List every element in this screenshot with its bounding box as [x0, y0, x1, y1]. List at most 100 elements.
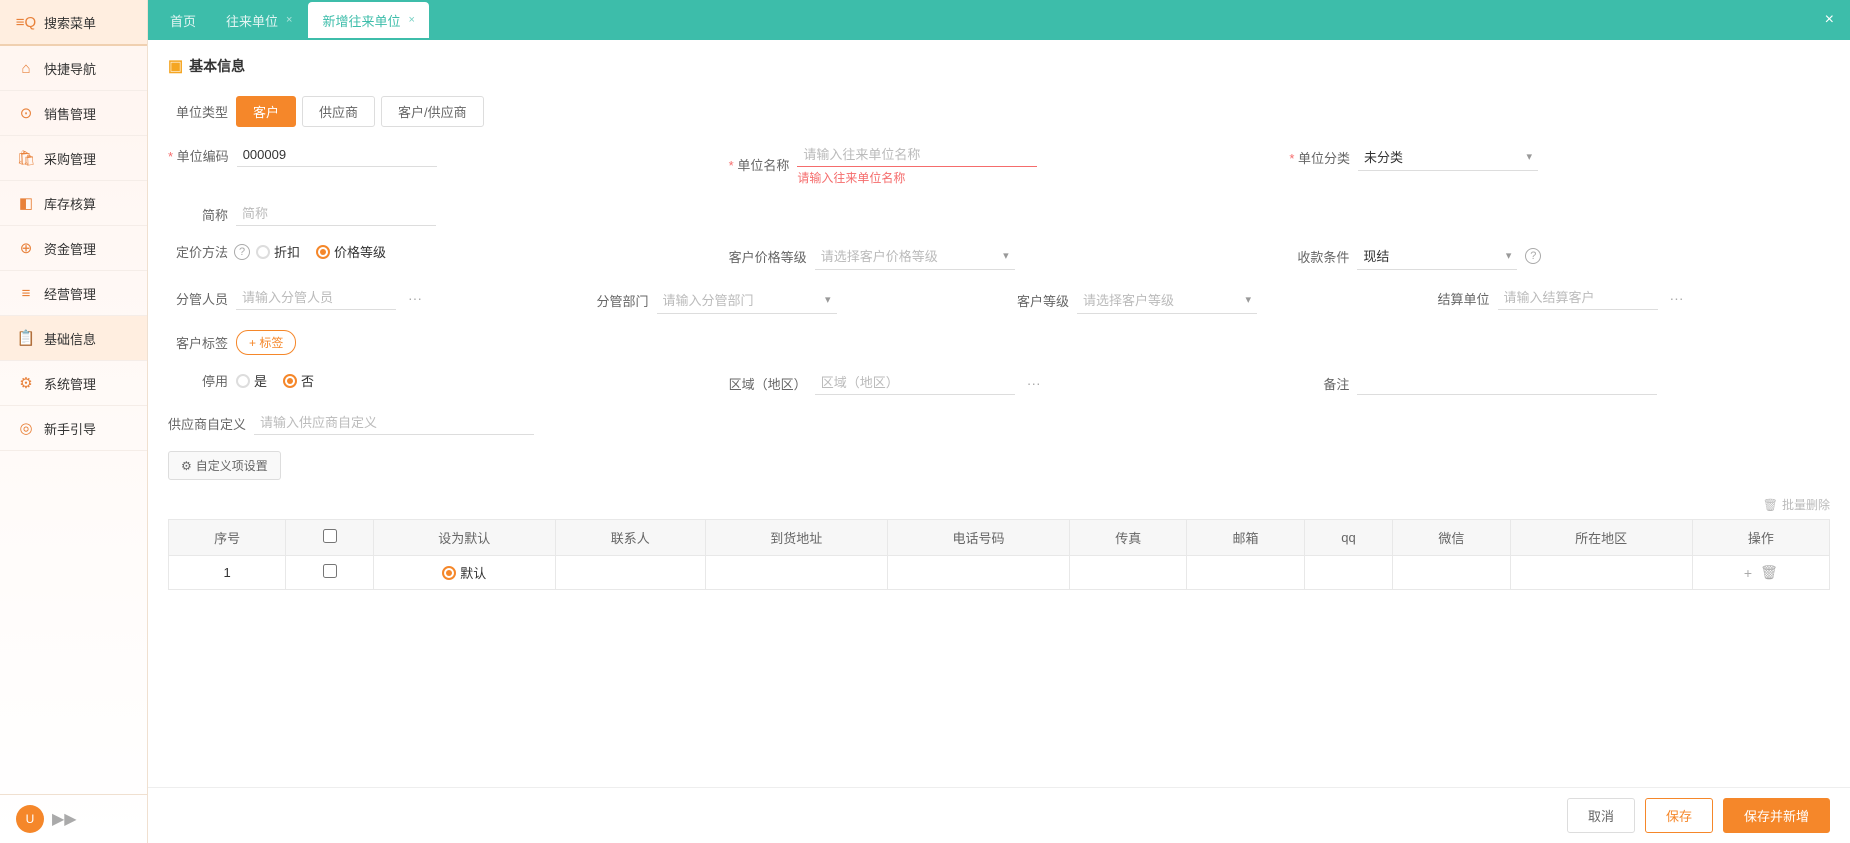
radio-no-circle — [283, 374, 297, 388]
unit-category-value: 未分类 — [1364, 147, 1403, 166]
sidebar-item-search[interactable]: ≡Q 搜索菜单 — [0, 0, 147, 46]
sidebar-item-finance-label: 资金管理 — [44, 239, 96, 258]
btn-both[interactable]: 客户/供应商 — [381, 96, 484, 127]
sidebar-item-quicknav[interactable]: ⌂ 快捷导航 — [0, 46, 147, 91]
customer-price-level-select[interactable]: 请选择客户价格等级 ▾ — [815, 242, 1015, 270]
settlement-more-btn[interactable]: ··· — [1666, 290, 1688, 306]
radio-yes[interactable]: 是 — [236, 371, 267, 390]
dropdown-arrow: ▾ — [1527, 150, 1533, 163]
default-radio-circle — [442, 566, 456, 580]
tab-new-contact-close[interactable]: × — [408, 14, 414, 26]
col-qq: qq — [1304, 520, 1393, 556]
department-select[interactable]: 请输入分管部门 ▾ — [657, 286, 837, 314]
sidebar-item-purchase-label: 采购管理 — [44, 149, 96, 168]
disabled-radio-group: 是 否 — [236, 371, 314, 390]
expand-icon[interactable]: ▶▶ — [52, 809, 77, 829]
payment-terms-label: 收款条件 — [1289, 247, 1349, 266]
customer-level-label: 客户等级 — [1009, 291, 1069, 310]
tab-new-contact[interactable]: 新增往来单位 × — [308, 2, 428, 38]
sidebar-item-operations[interactable]: ≡ 经营管理 — [0, 271, 147, 316]
batch-delete-area: 🗑 批量删除 — [168, 496, 1830, 513]
sidebar-item-search-label: 搜索菜单 — [44, 13, 96, 32]
payment-help-icon[interactable]: ? — [1525, 248, 1541, 264]
cell-address — [705, 556, 887, 590]
cell-default: 默认 — [373, 556, 555, 590]
abbreviation-input[interactable] — [236, 202, 436, 226]
btn-customer[interactable]: 客户 — [236, 96, 296, 127]
tab-contacts[interactable]: 往来单位 × — [212, 2, 306, 38]
radio-no[interactable]: 否 — [283, 371, 314, 390]
remark-input[interactable] — [1357, 371, 1657, 395]
dropdown-arrow4: ▾ — [825, 293, 831, 306]
dropdown-arrow2: ▾ — [1003, 249, 1009, 262]
cell-contact — [555, 556, 705, 590]
disabled-row: 停用 是 否 区域（地区） ··· 备注 — [168, 371, 1830, 395]
sidebar-item-inventory-label: 库存核算 — [44, 194, 96, 213]
select-all-checkbox[interactable] — [323, 529, 337, 543]
cancel-button[interactable]: 取消 — [1567, 798, 1635, 833]
sidebar-item-finance[interactable]: ⊕ 资金管理 — [0, 226, 147, 271]
disabled-group: 停用 是 否 — [168, 371, 709, 390]
tag-row: 客户标签 + 标签 — [168, 330, 1830, 355]
tab-home[interactable]: 首页 — [156, 2, 210, 38]
main-area: 首页 往来单位 × 新增往来单位 × × ▣ 基本信息 单位类型 客户 供应商 … — [148, 0, 1850, 843]
tab-bar: 首页 往来单位 × 新增往来单位 × × — [148, 0, 1850, 40]
default-radio[interactable]: 默认 — [384, 563, 545, 582]
radio-discount[interactable]: 折扣 — [256, 242, 300, 261]
customer-level-placeholder: 请选择客户等级 — [1083, 290, 1174, 309]
search-icon: ≡Q — [16, 12, 36, 32]
sidebar-item-system-label: 系统管理 — [44, 374, 96, 393]
inventory-icon: ◧ — [16, 193, 36, 213]
default-radio-label: 默认 — [460, 563, 486, 582]
add-tag-button[interactable]: + 标签 — [236, 330, 296, 355]
radio-yes-label: 是 — [254, 371, 267, 390]
save-button[interactable]: 保存 — [1645, 798, 1713, 833]
sidebar-item-basic[interactable]: 📋 基础信息 — [0, 316, 147, 361]
region-more-btn[interactable]: ··· — [1023, 375, 1045, 391]
sidebar-item-guide[interactable]: ◎ 新手引导 — [0, 406, 147, 451]
batch-delete-label[interactable]: 批量删除 — [1782, 496, 1830, 513]
unit-name-input[interactable] — [797, 143, 1037, 167]
sidebar-item-purchase[interactable]: 🛍 采购管理 — [0, 136, 147, 181]
guide-icon: ◎ — [16, 418, 36, 438]
radio-discount-circle — [256, 245, 270, 259]
col-seq: 序号 — [169, 520, 286, 556]
abbreviation-row: 简称 — [168, 202, 1830, 226]
batch-delete-icon: 🗑 — [1763, 498, 1778, 512]
contact-table: 序号 设为默认 联系人 到货地址 电话号码 传真 邮箱 qq 微信 所在地区 操… — [168, 519, 1830, 590]
unit-code-input[interactable] — [237, 143, 437, 167]
unit-info-row: 单位编码 单位名称 请输入往来单位名称 单位分类 未分类 ▾ — [168, 143, 1830, 186]
save-new-button[interactable]: 保存并新增 — [1723, 798, 1830, 833]
settlement-unit-input[interactable] — [1498, 286, 1658, 310]
supplier-custom-input[interactable] — [254, 411, 534, 435]
sidebar-item-inventory[interactable]: ◧ 库存核算 — [0, 181, 147, 226]
radio-price-level[interactable]: 价格等级 — [316, 242, 386, 261]
pricing-method-group: 定价方法 ? 折扣 价格等级 — [168, 242, 709, 261]
tab-contacts-close[interactable]: × — [286, 14, 292, 26]
unit-category-select[interactable]: 未分类 ▾ — [1358, 143, 1538, 171]
manager-more-btn[interactable]: ··· — [404, 290, 426, 306]
cell-qq — [1304, 556, 1393, 590]
region-input[interactable] — [815, 371, 1015, 395]
window-close-button[interactable]: × — [1817, 11, 1842, 29]
add-tag-label: + 标签 — [249, 334, 283, 351]
pricing-row: 定价方法 ? 折扣 价格等级 客户价格等级 请选择客户价格等级 — [168, 242, 1830, 270]
custom-settings-button[interactable]: ⚙ 自定义项设置 — [168, 451, 281, 480]
sidebar-item-system[interactable]: ⚙ 系统管理 — [0, 361, 147, 406]
add-row-btn[interactable]: + — [1744, 565, 1752, 581]
tab-home-label: 首页 — [170, 11, 196, 30]
row-checkbox[interactable] — [323, 564, 337, 578]
col-fax: 传真 — [1070, 520, 1187, 556]
btn-supplier[interactable]: 供应商 — [302, 96, 375, 127]
unit-type-label: 单位类型 — [168, 102, 228, 121]
payment-terms-select[interactable]: 现结 ▾ — [1357, 242, 1517, 270]
customer-level-select[interactable]: 请选择客户等级 ▾ — [1077, 286, 1257, 314]
unit-name-group: 单位名称 请输入往来单位名称 — [729, 143, 1270, 186]
delete-row-btn[interactable]: 🗑 — [1760, 564, 1778, 581]
pricing-help-icon[interactable]: ? — [234, 244, 250, 260]
sidebar-item-sales[interactable]: ⊙ 销售管理 — [0, 91, 147, 136]
sidebar: ≡Q 搜索菜单 ⌂ 快捷导航 ⊙ 销售管理 🛍 采购管理 ◧ 库存核算 ⊕ 资金… — [0, 0, 148, 843]
manager-input[interactable] — [236, 286, 396, 310]
unit-name-error: 请输入往来单位名称 — [797, 169, 1269, 186]
sidebar-item-sales-label: 销售管理 — [44, 104, 96, 123]
